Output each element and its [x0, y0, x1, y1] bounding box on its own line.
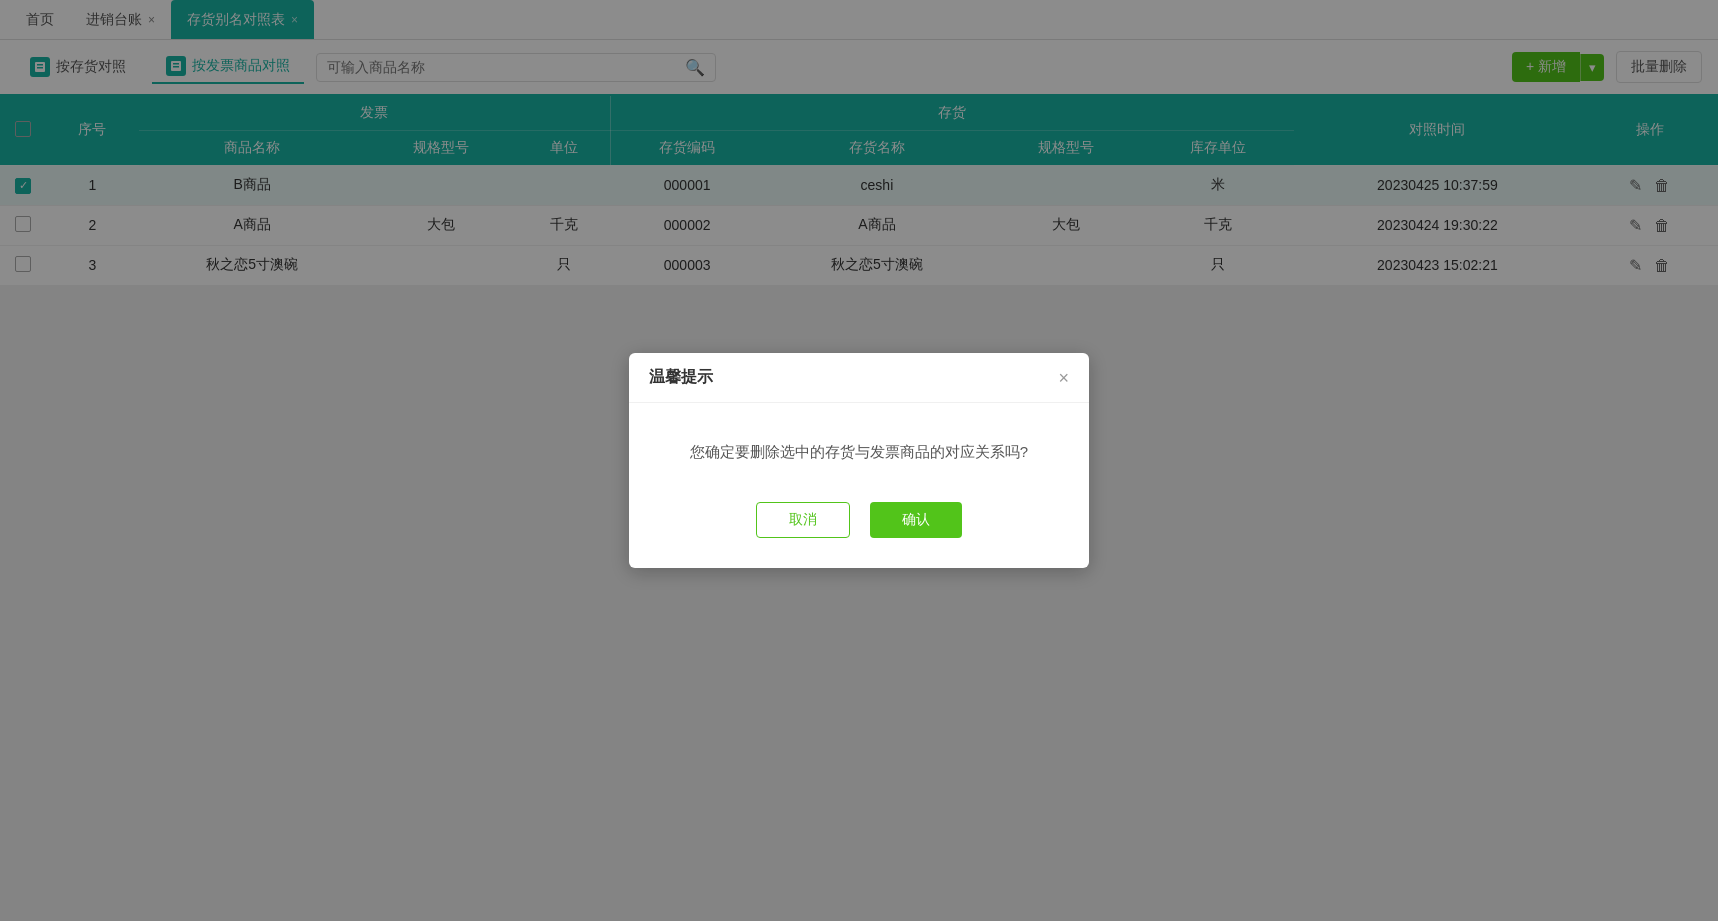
dialog-overlay: 温馨提示 × 您确定要删除选中的存货与发票商品的对应关系吗? 取消 确认 — [0, 0, 1718, 286]
